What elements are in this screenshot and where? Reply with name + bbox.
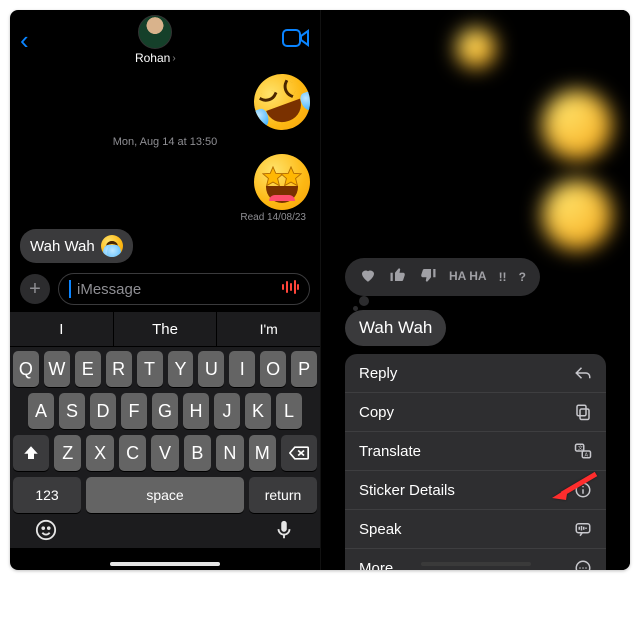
- key-x[interactable]: X: [86, 435, 113, 471]
- speak-icon: [574, 520, 592, 538]
- key-c[interactable]: C: [119, 435, 146, 471]
- menu-copy[interactable]: Copy: [345, 393, 606, 432]
- key-i[interactable]: I: [229, 351, 255, 387]
- incoming-text: Wah Wah: [30, 238, 95, 255]
- key-h[interactable]: H: [183, 393, 209, 429]
- contact-name: Rohan: [135, 51, 170, 65]
- audio-wave-icon[interactable]: [281, 280, 299, 299]
- keyboard: Q W E R T Y U I O P A S D F G H J K L: [10, 347, 320, 548]
- predict-2[interactable]: The: [114, 312, 218, 346]
- menu-speak[interactable]: Speak: [345, 510, 606, 549]
- keyboard-row-2: A S D F G H J K L: [13, 393, 317, 429]
- key-e[interactable]: E: [75, 351, 101, 387]
- thumbs-up-reaction-icon[interactable]: [389, 266, 407, 289]
- keyboard-row-4: 123 space return: [13, 477, 317, 513]
- selected-message-bubble: Wah Wah: [345, 310, 446, 346]
- key-g[interactable]: G: [152, 393, 178, 429]
- annotation-arrow-icon: [552, 470, 598, 505]
- keyboard-row-3: Z X C V B N M: [13, 435, 317, 471]
- translate-icon: 文A: [574, 442, 592, 460]
- tapback-reactions-bar: HA HA !! ?: [345, 258, 540, 296]
- shift-key[interactable]: [13, 435, 49, 471]
- read-receipt: Read 14/08/23: [20, 212, 306, 223]
- key-k[interactable]: K: [245, 393, 271, 429]
- heart-reaction-icon[interactable]: [359, 266, 377, 289]
- menu-translate[interactable]: Translate 文A: [345, 432, 606, 471]
- chat-header: ‹ Rohan ›: [10, 10, 320, 70]
- key-v[interactable]: V: [151, 435, 178, 471]
- backspace-key[interactable]: [281, 435, 317, 471]
- key-w[interactable]: W: [44, 351, 70, 387]
- svg-text:A: A: [585, 452, 589, 458]
- emoji-keyboard-icon[interactable]: [35, 519, 57, 546]
- key-y[interactable]: Y: [168, 351, 194, 387]
- left-screenshot: ‹ Rohan ›: [10, 10, 320, 570]
- key-z[interactable]: Z: [54, 435, 81, 471]
- menu-more[interactable]: More...: [345, 549, 606, 570]
- key-q[interactable]: Q: [13, 351, 39, 387]
- space-key[interactable]: space: [86, 477, 244, 513]
- predictive-bar: I The I'm: [10, 311, 320, 347]
- contact-block[interactable]: Rohan ›: [135, 15, 176, 65]
- context-menu: Reply Copy Translate 文A Sticker Details …: [345, 354, 606, 570]
- key-l[interactable]: L: [276, 393, 302, 429]
- key-m[interactable]: M: [249, 435, 276, 471]
- incoming-bubble[interactable]: Wah Wah: [20, 229, 133, 263]
- apps-plus-button[interactable]: +: [20, 274, 50, 304]
- return-key[interactable]: return: [249, 477, 317, 513]
- exclaim-reaction-icon[interactable]: !!: [499, 270, 507, 284]
- key-j[interactable]: J: [214, 393, 240, 429]
- message-placeholder: iMessage: [77, 281, 141, 298]
- more-icon: [574, 559, 592, 570]
- home-indicator[interactable]: [421, 562, 531, 566]
- numbers-key[interactable]: 123: [13, 477, 81, 513]
- key-n[interactable]: N: [216, 435, 243, 471]
- avatar: [138, 15, 172, 49]
- key-p[interactable]: P: [291, 351, 317, 387]
- question-reaction-icon[interactable]: ?: [519, 270, 526, 284]
- facetime-video-icon[interactable]: [282, 28, 310, 53]
- input-row: + iMessage: [20, 273, 310, 305]
- back-chevron-icon[interactable]: ‹: [20, 25, 29, 56]
- message-field[interactable]: iMessage: [58, 273, 310, 305]
- key-a[interactable]: A: [28, 393, 54, 429]
- haha-reaction-icon[interactable]: HA HA: [449, 272, 487, 282]
- key-b[interactable]: B: [184, 435, 211, 471]
- key-u[interactable]: U: [198, 351, 224, 387]
- sent-sticker-starstruck[interactable]: [254, 154, 310, 210]
- predict-1[interactable]: I: [10, 312, 114, 346]
- dictation-mic-icon[interactable]: [273, 519, 295, 546]
- joy-emoji-icon: [101, 235, 123, 257]
- key-t[interactable]: T: [137, 351, 163, 387]
- keyboard-row-1: Q W E R T Y U I O P: [13, 351, 317, 387]
- copy-icon: [574, 403, 592, 421]
- thumbs-down-reaction-icon[interactable]: [419, 266, 437, 289]
- selected-message-text: Wah Wah: [359, 318, 432, 337]
- key-s[interactable]: S: [59, 393, 85, 429]
- text-caret: [69, 280, 71, 298]
- key-f[interactable]: F: [121, 393, 147, 429]
- timestamp: Mon, Aug 14 at 13:50: [20, 136, 310, 148]
- home-indicator[interactable]: [110, 562, 220, 566]
- sent-sticker-rofl[interactable]: [254, 74, 310, 130]
- key-o[interactable]: O: [260, 351, 286, 387]
- right-screenshot: HA HA !! ? Wah Wah Reply Copy Translate …: [320, 10, 630, 570]
- reply-icon: [574, 364, 592, 382]
- menu-reply[interactable]: Reply: [345, 354, 606, 393]
- chat-scroll[interactable]: Mon, Aug 14 at 13:50 Read 14/08/23 Wah W…: [10, 70, 320, 265]
- chevron-right-icon: ›: [172, 53, 175, 64]
- predict-3[interactable]: I'm: [217, 312, 320, 346]
- key-d[interactable]: D: [90, 393, 116, 429]
- key-r[interactable]: R: [106, 351, 132, 387]
